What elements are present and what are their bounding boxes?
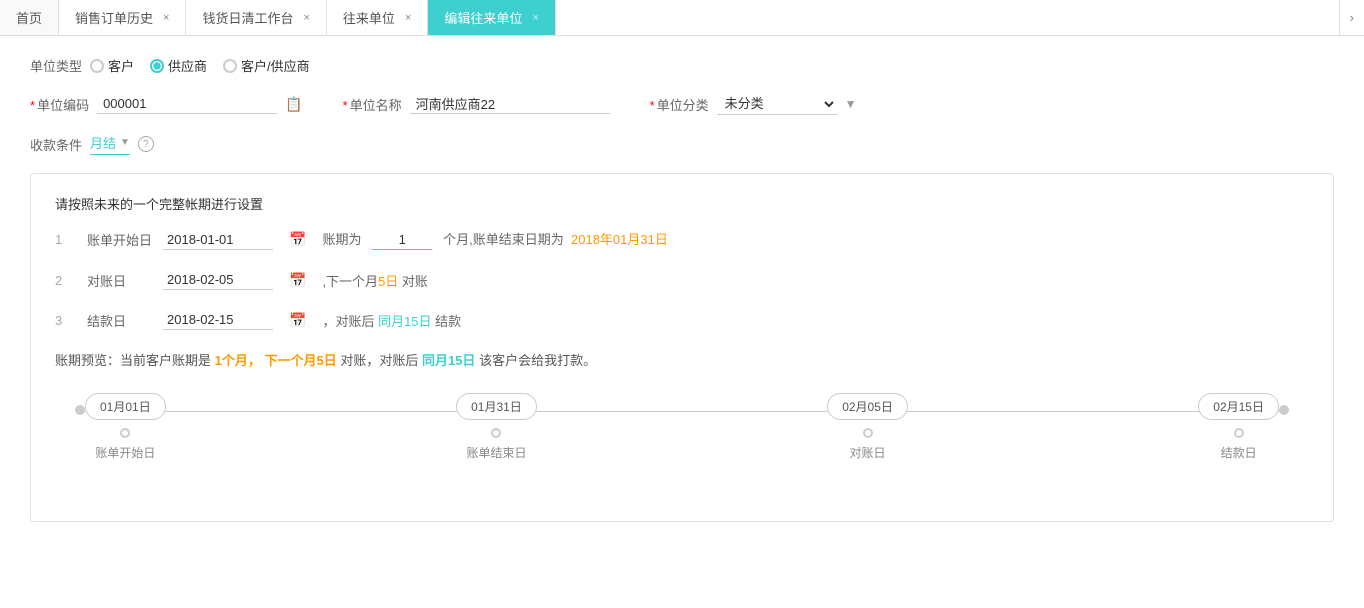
chevron-down-icon: ▼ bbox=[845, 97, 857, 111]
copy-icon[interactable]: 📋 bbox=[285, 96, 302, 113]
unit-type-label: 单位类型 bbox=[30, 56, 82, 75]
payment-terms-row: 收款条件 月结 ▼ ? bbox=[30, 133, 1334, 155]
node-2-pill: 01月31日 bbox=[456, 393, 537, 420]
dropdown-arrow-icon: ▼ bbox=[120, 137, 130, 148]
unit-category-select[interactable]: 未分类 bbox=[717, 93, 837, 115]
tab-bar: 首页 销售订单历史 × 钱货日清工作台 × 往来单位 × 编辑往来单位 × › bbox=[0, 0, 1364, 36]
unit-code-field: *单位编码 📋 bbox=[30, 94, 303, 114]
unit-category-label: *单位分类 bbox=[650, 95, 709, 114]
radio-circle-both bbox=[223, 59, 237, 73]
close-sales-history[interactable]: × bbox=[163, 12, 169, 24]
node-3-pill: 02月05日 bbox=[827, 393, 908, 420]
unit-type-row: 单位类型 客户 供应商 客户/供应商 bbox=[30, 56, 1334, 75]
close-edit-unit[interactable]: × bbox=[532, 12, 538, 24]
timeline-node-1: 01月01日 账单开始日 bbox=[85, 393, 166, 461]
unit-details-row: *单位编码 📋 *单位名称 *单位分类 未分类 ▼ bbox=[30, 93, 1334, 115]
node-4-label: 结款日 bbox=[1221, 444, 1257, 461]
step-1-row: 1 账单开始日 📅 账期为 个月,账单结束日期为 2018年01月31日 bbox=[55, 229, 1309, 250]
timeline-node-3: 02月05日 对账日 bbox=[827, 393, 908, 461]
timeline-start-dot bbox=[75, 405, 85, 415]
step-2-label: 对账日 bbox=[87, 271, 147, 290]
unit-type-field: 单位类型 客户 供应商 客户/供应商 bbox=[30, 56, 310, 75]
calendar-icon-2[interactable]: 📅 bbox=[289, 272, 306, 289]
close-cashflow[interactable]: × bbox=[303, 12, 309, 24]
step-2-date-input[interactable] bbox=[163, 270, 273, 290]
node-1-pill: 01月01日 bbox=[85, 393, 166, 420]
unit-name-input[interactable] bbox=[410, 94, 610, 114]
calendar-icon-1[interactable]: 📅 bbox=[289, 231, 306, 248]
radio-customer[interactable]: 客户 bbox=[90, 56, 134, 75]
payment-terms-label: 收款条件 bbox=[30, 135, 82, 154]
payment-terms-value: 月结 bbox=[90, 133, 116, 152]
help-icon[interactable]: ? bbox=[138, 136, 154, 152]
preview-payment-date: 同月15日 bbox=[422, 353, 475, 368]
node-3-label: 对账日 bbox=[850, 444, 886, 461]
timeline: 01月01日 账单开始日 01月31日 账单结束日 02月05日 对账日 bbox=[55, 393, 1309, 501]
step-2-highlight: 5日 bbox=[378, 274, 398, 289]
radio-both[interactable]: 客户/供应商 bbox=[223, 56, 310, 75]
unit-type-radio-group: 客户 供应商 客户/供应商 bbox=[90, 56, 310, 75]
tab-edit-unit[interactable]: 编辑往来单位 × bbox=[428, 0, 555, 35]
step-1-date-input[interactable] bbox=[163, 230, 273, 250]
step-3-desc: ，对账后 同月15日 结款 bbox=[322, 311, 461, 330]
preview-period: 1个月， bbox=[215, 353, 261, 368]
period-input[interactable] bbox=[372, 230, 432, 250]
node-4-dot bbox=[1234, 428, 1244, 438]
page-content: 单位类型 客户 供应商 客户/供应商 *单位编码 bbox=[0, 36, 1364, 608]
step-1-highlight: 2018年01月31日 bbox=[571, 232, 668, 247]
timeline-node-4: 02月15日 结款日 bbox=[1198, 393, 1279, 461]
step-3-highlight: 同月15日 bbox=[378, 314, 431, 329]
unit-name-label: *单位名称 bbox=[343, 95, 402, 114]
panel-title: 请按照未来的一个完整帐期进行设置 bbox=[55, 194, 1309, 213]
step-3-date-input[interactable] bbox=[163, 310, 273, 330]
tab-more-button[interactable]: › bbox=[1339, 0, 1364, 35]
unit-code-input[interactable] bbox=[97, 94, 277, 114]
timeline-end-dot bbox=[1279, 405, 1289, 415]
step-3-label: 结款日 bbox=[87, 311, 147, 330]
radio-circle-customer bbox=[90, 59, 104, 73]
step-3-row: 3 结款日 📅 ，对账后 同月15日 结款 bbox=[55, 310, 1309, 330]
tab-cashflow[interactable]: 钱货日清工作台 × bbox=[186, 0, 326, 35]
tab-units[interactable]: 往来单位 × bbox=[327, 0, 428, 35]
payment-terms-dropdown[interactable]: 月结 ▼ bbox=[90, 133, 130, 155]
step-2-row: 2 对账日 📅 ,下一个月5日 对账 bbox=[55, 270, 1309, 290]
tab-sales-history[interactable]: 销售订单历史 × bbox=[59, 0, 186, 35]
preview-reconcile-date: 下一个月5日 bbox=[264, 353, 336, 368]
node-2-label: 账单结束日 bbox=[466, 444, 526, 461]
unit-name-field: *单位名称 bbox=[343, 94, 610, 114]
close-units[interactable]: × bbox=[405, 12, 411, 24]
node-1-label: 账单开始日 bbox=[95, 444, 155, 461]
step-1-desc: 账期为 个月,账单结束日期为 2018年01月31日 bbox=[322, 229, 667, 250]
node-4-pill: 02月15日 bbox=[1198, 393, 1279, 420]
radio-circle-supplier bbox=[150, 59, 164, 73]
unit-category-field: *单位分类 未分类 ▼ bbox=[650, 93, 857, 115]
payment-terms-field: 收款条件 月结 ▼ ? bbox=[30, 133, 154, 155]
settings-panel: 请按照未来的一个完整帐期进行设置 1 账单开始日 📅 账期为 个月,账单结束日期… bbox=[30, 173, 1334, 522]
chevron-right-icon: › bbox=[1350, 10, 1354, 25]
preview-text: 账期预览：当前客户账期是 1个月， 下一个月5日 对账，对账后 同月15日 该客… bbox=[55, 350, 1309, 369]
step-2-desc: ,下一个月5日 对账 bbox=[322, 271, 427, 290]
node-1-dot bbox=[120, 428, 130, 438]
radio-supplier[interactable]: 供应商 bbox=[150, 56, 207, 75]
timeline-node-2: 01月31日 账单结束日 bbox=[456, 393, 537, 461]
step-1-label: 账单开始日 bbox=[87, 230, 147, 249]
step-3-num: 3 bbox=[55, 313, 71, 328]
node-3-dot bbox=[863, 428, 873, 438]
unit-code-label: *单位编码 bbox=[30, 95, 89, 114]
tab-home[interactable]: 首页 bbox=[0, 0, 59, 35]
step-2-num: 2 bbox=[55, 273, 71, 288]
calendar-icon-3[interactable]: 📅 bbox=[289, 312, 306, 329]
step-1-num: 1 bbox=[55, 232, 71, 247]
node-2-dot bbox=[491, 428, 501, 438]
timeline-nodes: 01月01日 账单开始日 01月31日 账单结束日 02月05日 对账日 bbox=[85, 393, 1279, 461]
